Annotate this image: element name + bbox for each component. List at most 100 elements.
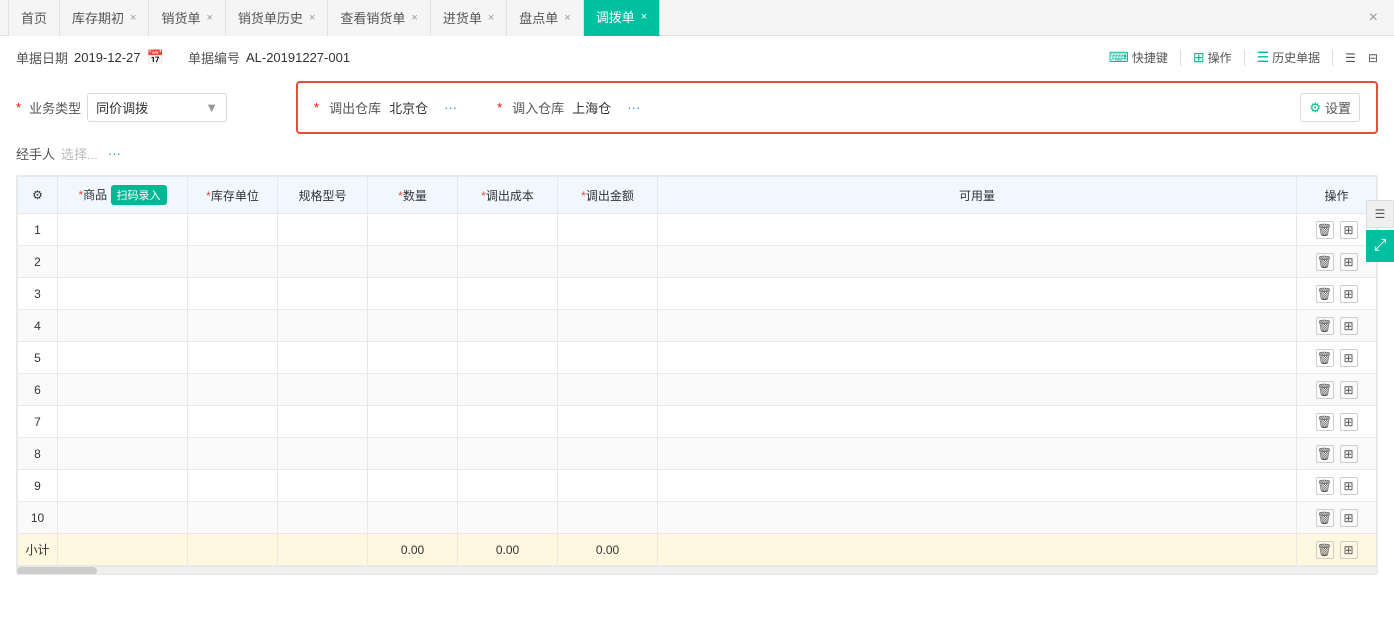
row-unit-4[interactable] [188, 310, 278, 342]
row-spec-1[interactable] [278, 214, 368, 246]
tab-view-sales[interactable]: 查看销货单 × [328, 0, 430, 36]
row-qty-10[interactable] [368, 502, 458, 534]
copy-row-icon[interactable]: ⊞ [1340, 317, 1358, 335]
row-product-4[interactable] [58, 310, 188, 342]
close-all-tabs[interactable]: × [1361, 9, 1386, 27]
row-product-8[interactable] [58, 438, 188, 470]
row-cost-9[interactable] [458, 470, 558, 502]
row-product-2[interactable] [58, 246, 188, 278]
copy-icon[interactable]: ⊞ [1340, 541, 1358, 559]
row-unit-2[interactable] [188, 246, 278, 278]
wh-out-more[interactable]: ··· [444, 100, 457, 115]
row-amount-5[interactable] [558, 342, 658, 374]
row-spec-7[interactable] [278, 406, 368, 438]
row-amount-6[interactable] [558, 374, 658, 406]
row-qty-7[interactable] [368, 406, 458, 438]
delete-row-icon[interactable]: 🗑 [1316, 381, 1334, 399]
delete-row-icon[interactable]: 🗑 [1316, 413, 1334, 431]
close-tab-purchase[interactable]: × [488, 12, 494, 24]
row-product-10[interactable] [58, 502, 188, 534]
row-cost-6[interactable] [458, 374, 558, 406]
delete-row-icon[interactable]: 🗑 [1316, 477, 1334, 495]
copy-row-icon[interactable]: ⊞ [1340, 509, 1358, 527]
table-gear-icon[interactable]: ⚙ [32, 188, 43, 202]
close-tab-inventory[interactable]: × [130, 12, 136, 24]
shortcut-btn[interactable]: ⌨ 快捷键 [1109, 49, 1168, 66]
row-amount-3[interactable] [558, 278, 658, 310]
copy-row-icon[interactable]: ⊞ [1340, 349, 1358, 367]
row-qty-8[interactable] [368, 438, 458, 470]
wh-in-more[interactable]: ··· [627, 100, 640, 115]
copy-row-icon[interactable]: ⊞ [1340, 221, 1358, 239]
delete-row-icon[interactable]: 🗑 [1316, 317, 1334, 335]
biz-type-select[interactable]: 同价调拨 ▼ [87, 93, 227, 122]
close-tab-view-sales[interactable]: × [411, 12, 417, 24]
row-spec-3[interactable] [278, 278, 368, 310]
row-qty-6[interactable] [368, 374, 458, 406]
handler-more[interactable]: ··· [108, 146, 121, 161]
row-cost-5[interactable] [458, 342, 558, 374]
row-unit-6[interactable] [188, 374, 278, 406]
delete-row-icon[interactable]: 🗑 [1316, 253, 1334, 271]
row-unit-8[interactable] [188, 438, 278, 470]
row-unit-10[interactable] [188, 502, 278, 534]
row-product-3[interactable] [58, 278, 188, 310]
row-amount-4[interactable] [558, 310, 658, 342]
copy-row-icon[interactable]: ⊞ [1340, 445, 1358, 463]
copy-row-icon[interactable]: ⊞ [1340, 253, 1358, 271]
tab-purchase[interactable]: 进货单 × [431, 0, 507, 36]
tab-inventory-init[interactable]: 库存期初 × [60, 0, 149, 36]
row-cost-3[interactable] [458, 278, 558, 310]
row-spec-6[interactable] [278, 374, 368, 406]
copy-row-icon[interactable]: ⊞ [1340, 285, 1358, 303]
calendar-icon[interactable]: 📅 [147, 49, 164, 66]
row-spec-2[interactable] [278, 246, 368, 278]
row-amount-1[interactable] [558, 214, 658, 246]
side-tool-list[interactable]: ☰ [1366, 200, 1394, 228]
row-unit-5[interactable] [188, 342, 278, 374]
handler-select[interactable]: 选择... [61, 144, 98, 163]
row-cost-4[interactable] [458, 310, 558, 342]
delete-row-icon[interactable]: 🗑 [1316, 221, 1334, 239]
close-tab-stocktake[interactable]: × [564, 12, 570, 24]
layout-btn-2[interactable]: ⊟ [1368, 51, 1378, 65]
row-qty-5[interactable] [368, 342, 458, 374]
tab-transfer[interactable]: 调拨单 × [584, 0, 660, 36]
row-qty-2[interactable] [368, 246, 458, 278]
row-amount-9[interactable] [558, 470, 658, 502]
history-btn[interactable]: ☰ 历史单据 [1257, 49, 1321, 66]
row-cost-7[interactable] [458, 406, 558, 438]
delete-row-icon[interactable]: 🗑 [1316, 285, 1334, 303]
row-amount-10[interactable] [558, 502, 658, 534]
tab-home[interactable]: 首页 [8, 0, 60, 36]
row-qty-4[interactable] [368, 310, 458, 342]
row-spec-5[interactable] [278, 342, 368, 374]
copy-row-icon[interactable]: ⊞ [1340, 413, 1358, 431]
side-tool-expand[interactable]: ⤢ [1366, 230, 1394, 262]
delete-row-icon[interactable]: 🗑 [1316, 349, 1334, 367]
close-tab-transfer[interactable]: × [641, 11, 647, 23]
horizontal-scrollbar[interactable] [17, 566, 1377, 574]
row-qty-1[interactable] [368, 214, 458, 246]
row-cost-8[interactable] [458, 438, 558, 470]
row-cost-1[interactable] [458, 214, 558, 246]
layout-btn-1[interactable]: ☰ [1345, 51, 1356, 65]
operation-btn[interactable]: ⊞ 操作 [1193, 49, 1232, 66]
row-product-1[interactable] [58, 214, 188, 246]
row-product-7[interactable] [58, 406, 188, 438]
row-spec-10[interactable] [278, 502, 368, 534]
tab-sales-order[interactable]: 销货单 × [149, 0, 225, 36]
row-cost-2[interactable] [458, 246, 558, 278]
settings-button[interactable]: ⚙ 设置 [1300, 93, 1360, 122]
row-unit-3[interactable] [188, 278, 278, 310]
tab-stocktake[interactable]: 盘点单 × [507, 0, 583, 36]
col-gear[interactable]: ⚙ [18, 177, 58, 214]
row-product-6[interactable] [58, 374, 188, 406]
scrollbar-thumb[interactable] [17, 567, 97, 575]
row-qty-9[interactable] [368, 470, 458, 502]
row-amount-7[interactable] [558, 406, 658, 438]
row-amount-8[interactable] [558, 438, 658, 470]
row-unit-7[interactable] [188, 406, 278, 438]
close-tab-sales[interactable]: × [206, 12, 212, 24]
row-cost-10[interactable] [458, 502, 558, 534]
